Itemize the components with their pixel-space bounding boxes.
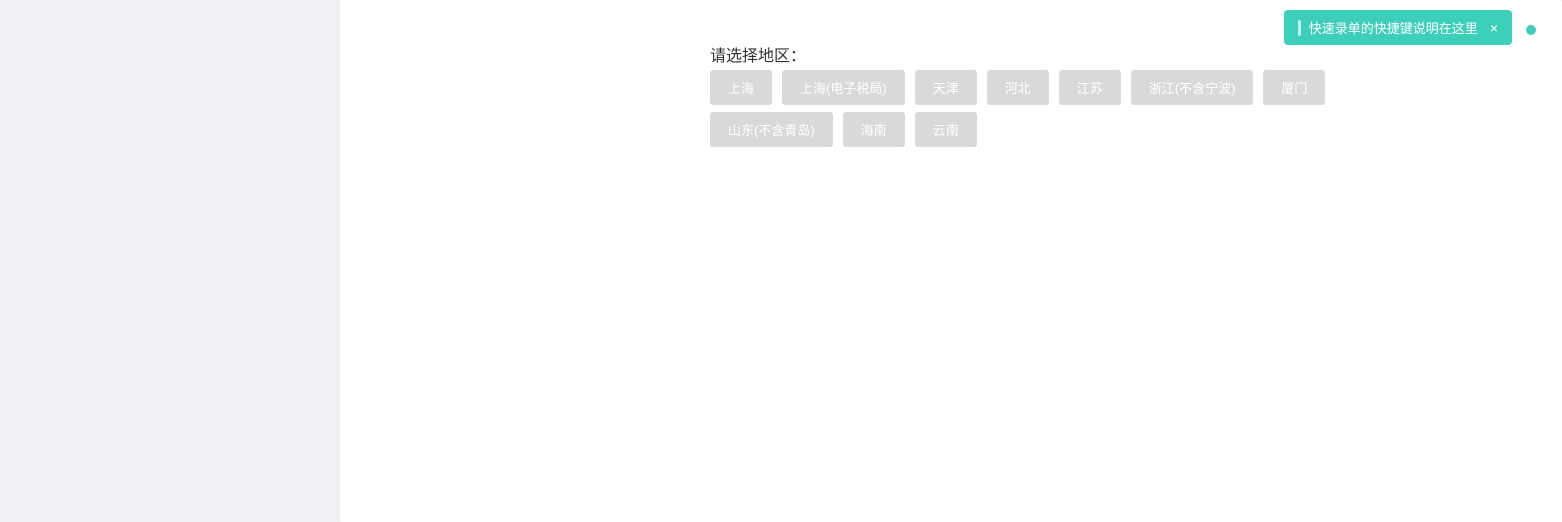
region-btn-yunnan[interactable]: 云南 — [915, 112, 977, 147]
region-btn-xiamen[interactable]: 厦门 — [1263, 70, 1325, 105]
region-btn-hebei[interactable]: 河北 — [987, 70, 1049, 105]
left-sidebar — [0, 0, 340, 522]
tooltip-text: 快速录单的快捷键说明在这里 — [1309, 18, 1478, 37]
region-buttons-row1: 上海 上海(电子税局) 天津 河北 江苏 浙江(不含宁波) 厦门 — [710, 70, 1325, 105]
region-btn-zhejiang[interactable]: 浙江(不含宁波) — [1131, 70, 1254, 105]
tooltip-banner: 快速录单的快捷键说明在这里 × — [1284, 10, 1512, 45]
region-buttons-row2: 山东(不含青岛) 海南 云南 — [710, 112, 977, 147]
region-btn-shandong[interactable]: 山东(不含青岛) — [710, 112, 833, 147]
region-btn-hainan[interactable]: 海南 — [843, 112, 905, 147]
tooltip-border — [1298, 20, 1301, 36]
region-btn-shanghai[interactable]: 上海 — [710, 70, 772, 105]
region-btn-tianjin[interactable]: 天津 — [915, 70, 977, 105]
main-content: 请选择地区： 上海 上海(电子税局) 天津 河北 江苏 浙江(不含宁波) 厦门 … — [340, 0, 1562, 522]
region-btn-shanghai-etax[interactable]: 上海(电子税局) — [782, 70, 905, 105]
tooltip-close-button[interactable]: × — [1490, 21, 1498, 35]
page-title: 请选择地区： — [710, 42, 806, 66]
region-btn-jiangsu[interactable]: 江苏 — [1059, 70, 1121, 105]
tooltip-dot — [1526, 25, 1536, 35]
